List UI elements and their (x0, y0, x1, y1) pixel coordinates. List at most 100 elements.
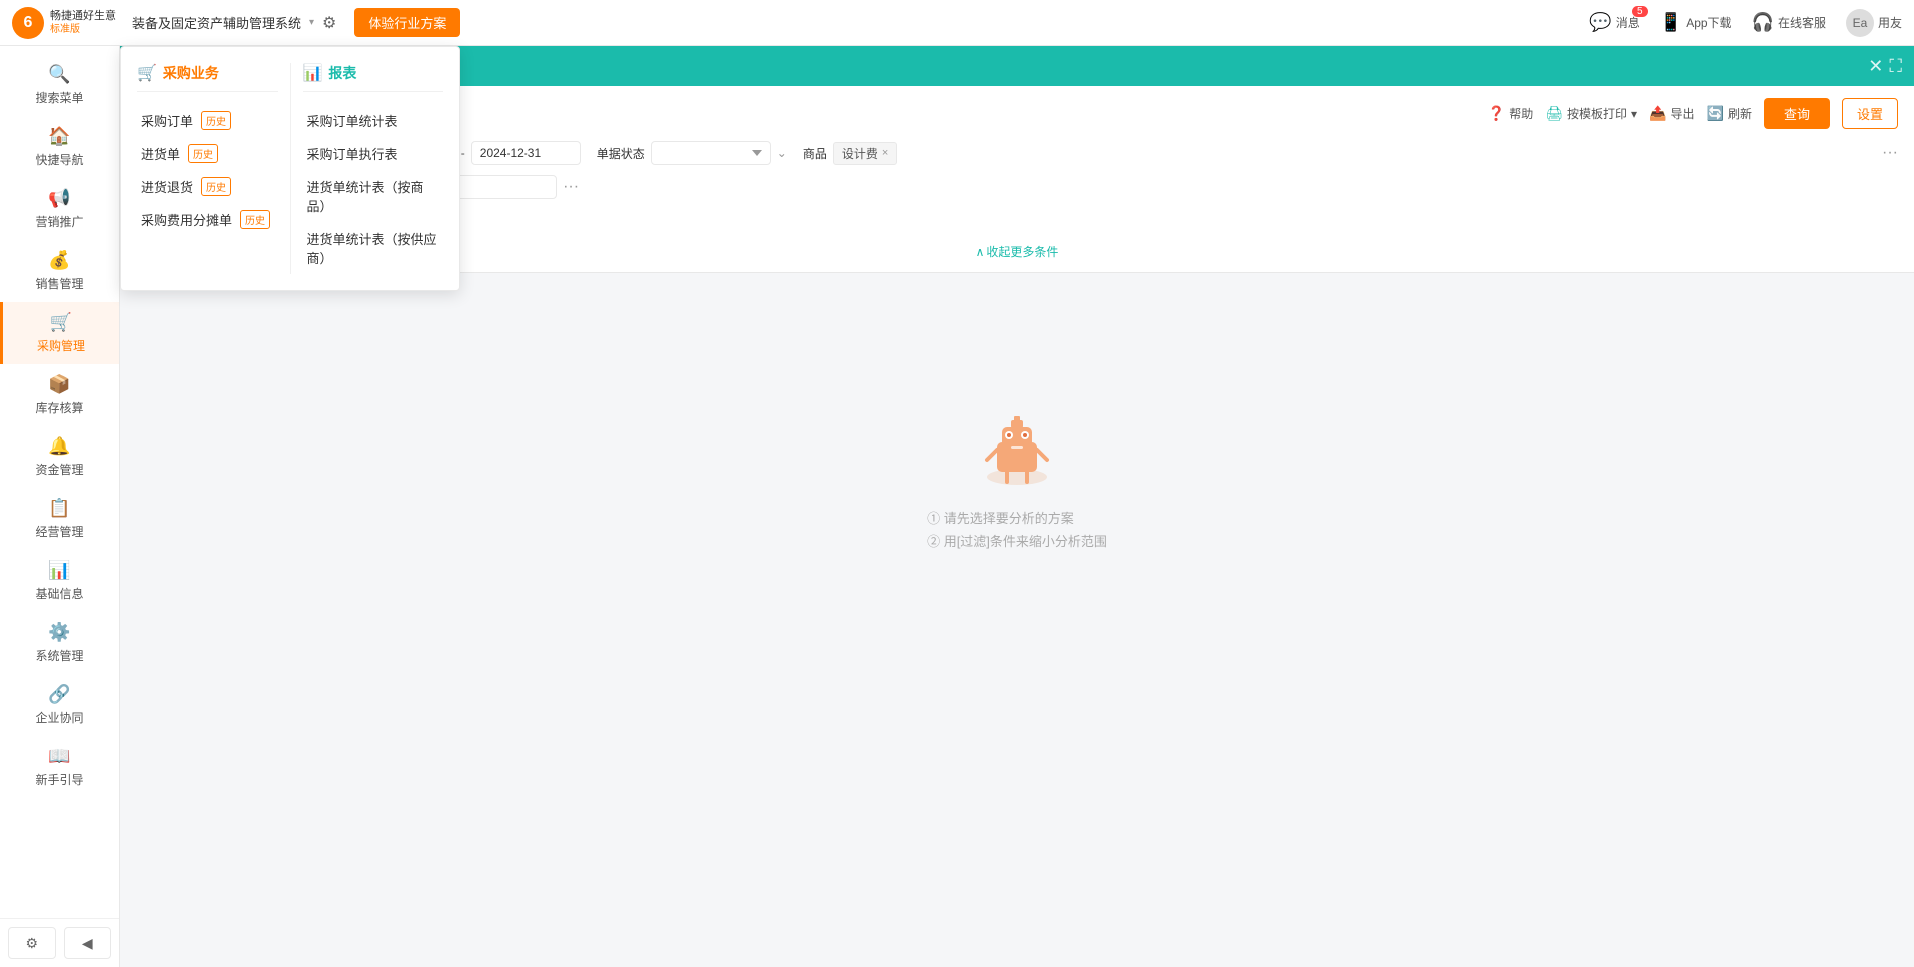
sidebar-label-search: 搜索菜单 (35, 89, 83, 106)
sidebar-item-quick[interactable]: 🏠 快捷导航 (0, 116, 119, 178)
voucher-status-select[interactable] (651, 141, 771, 165)
empty-tip-1: ① 请先选择要分析的方案 (927, 508, 1107, 527)
menu-item-purchase-order[interactable]: 采购订单 历史 (137, 104, 278, 137)
help-btn[interactable]: ❓ 帮助 (1488, 105, 1533, 122)
purchase-icon: 🛒 (50, 312, 72, 333)
operations-icon: 📋 (48, 498, 70, 519)
print-label: 按模板打印 (1567, 105, 1627, 122)
goods-tag-close[interactable]: × (882, 147, 888, 159)
menu-item-expense[interactable]: 采购费用分摊单 历史 (137, 203, 278, 236)
sidebar-item-operations[interactable]: 📋 经营管理 (0, 488, 119, 550)
sidebar-label-inventory: 库存核算 (35, 399, 83, 416)
goods-filter-more-icon[interactable]: ··· (1882, 144, 1898, 162)
avatar-text: Ea (1853, 16, 1868, 30)
sidebar-label-sales: 销售管理 (35, 275, 83, 292)
sidebar-item-marketing[interactable]: 📢 营销推广 (0, 178, 119, 240)
sidebar-item-finance[interactable]: 🔔 资金管理 (0, 426, 119, 488)
history-badge-2: 历史 (201, 177, 231, 196)
report-icon: 📊 (303, 63, 323, 83)
sidebar-label-system: 系统管理 (35, 647, 83, 664)
history-badge-3: 历史 (240, 210, 270, 229)
sidebar-item-sales[interactable]: 💰 销售管理 (0, 240, 119, 302)
date-end-input[interactable] (471, 141, 581, 165)
goods-tag: 设计费 × (833, 142, 897, 165)
menu-item-return[interactable]: 进货退货 历史 (137, 170, 278, 203)
export-icon: 📤 (1649, 105, 1666, 122)
refresh-btn[interactable]: 🔄 刷新 (1707, 105, 1752, 122)
empty-tip-2: ② 用[过滤]条件来缩小分析范围 (927, 531, 1107, 550)
empty-illustration (967, 392, 1067, 492)
settings-gear-icon[interactable]: ⚙ (322, 13, 336, 33)
voucher-status-expand-icon[interactable]: ⌄ (777, 146, 787, 160)
system-title-text: 装备及固定资产辅助管理系统 (132, 13, 301, 32)
message-icon-item[interactable]: 💬 消息 5 (1589, 12, 1639, 33)
print-btn[interactable]: 🖨 按模板打印 ▾ (1545, 105, 1637, 122)
industry-btn[interactable]: 体验行业方案 (354, 8, 460, 37)
app-download-item[interactable]: 📱 App下载 (1660, 12, 1732, 33)
sidebar-item-system[interactable]: ⚙️ 系统管理 (0, 612, 119, 674)
message-badge: 5 (1632, 6, 1648, 17)
empty-tips: ① 请先选择要分析的方案 ② 用[过滤]条件来缩小分析范围 (927, 508, 1107, 554)
salesperson-more-icon[interactable]: ··· (563, 178, 579, 196)
query-button[interactable]: 查询 (1764, 98, 1830, 129)
circle-2: ② (927, 534, 944, 549)
sales-icon: 💰 (48, 250, 70, 271)
inventory-icon: 📦 (48, 374, 70, 395)
home-icon: 🏠 (48, 126, 70, 147)
logo-text: 畅捷通好生意 标准版 (50, 9, 116, 36)
history-badge-0: 历史 (201, 111, 231, 130)
date-separator: - (461, 146, 465, 160)
menu-item-order-stats[interactable]: 采购订单统计表 (303, 104, 444, 137)
refresh-label: 刷新 (1728, 105, 1752, 122)
user-item[interactable]: Ea 用友 (1846, 9, 1902, 37)
menu-item-incoming[interactable]: 进货单 历史 (137, 137, 278, 170)
report-section-title: 📊 报表 (303, 63, 444, 92)
sidebar-item-purchase[interactable]: 🛒 采购管理 (0, 302, 119, 364)
sidebar-item-basic[interactable]: 📊 基础信息 (0, 550, 119, 612)
refresh-icon: 🔄 (1707, 105, 1724, 122)
tab-close-all-icon[interactable]: ✕ (1868, 56, 1883, 77)
sidebar-item-inventory[interactable]: 📦 库存核算 (0, 364, 119, 426)
export-label: 导出 (1671, 105, 1695, 122)
sidebar-collapse-btn[interactable]: ◀ (64, 927, 112, 959)
sidebar-settings-btn[interactable]: ⚙ (8, 927, 56, 959)
tab-expand-icon[interactable]: ⛶ (1889, 56, 1902, 77)
sidebar-item-enterprise[interactable]: 🔗 企业协同 (0, 674, 119, 736)
incoming-stats-supplier-label: 进货单统计表（按供应商） (307, 229, 440, 267)
sidebar-item-search[interactable]: 🔍 搜索菜单 (0, 54, 119, 116)
sidebar-label-quick: 快捷导航 (35, 151, 83, 168)
finance-icon: 🔔 (48, 436, 70, 457)
incoming-label: 进货单 (141, 144, 180, 163)
headset-icon: 🎧 (1752, 12, 1774, 33)
system-title-area: 装备及固定资产辅助管理系统 ▾ ⚙ 体验行业方案 (132, 8, 1589, 37)
guide-icon: 📖 (48, 746, 70, 767)
goods-label: 商品 (803, 145, 827, 162)
history-badge-1: 历史 (188, 144, 218, 163)
sidebar-item-guide[interactable]: 📖 新手引导 (0, 736, 119, 798)
sidebar: 🔍 搜索菜单 🏠 快捷导航 📢 营销推广 💰 销售管理 🛒 采购管理 📦 库存核… (0, 46, 120, 967)
app-download-label: App下载 (1686, 14, 1731, 31)
basic-icon: 📊 (48, 560, 70, 581)
incoming-stats-goods-label: 进货单统计表（按商品） (307, 177, 440, 215)
help-icon: ❓ (1488, 105, 1505, 122)
menu-item-incoming-stats-supplier[interactable]: 进货单统计表（按供应商） (303, 222, 444, 274)
purchase-business-icon: 🛒 (137, 63, 157, 83)
search-icon: 🔍 (48, 64, 70, 85)
system-title-dropdown-icon[interactable]: ▾ (309, 17, 314, 28)
export-btn[interactable]: 📤 导出 (1649, 105, 1694, 122)
settings-button[interactable]: 设置 (1842, 98, 1898, 129)
empty-state: ① 请先选择要分析的方案 ② 用[过滤]条件来缩小分析范围 (120, 273, 1914, 673)
sidebar-label-basic: 基础信息 (35, 585, 83, 602)
enterprise-icon: 🔗 (48, 684, 70, 705)
menu-item-incoming-stats-goods[interactable]: 进货单统计表（按商品） (303, 170, 444, 222)
logo-area: 6 畅捷通好生意 标准版 (12, 7, 132, 39)
print-dropdown-icon[interactable]: ▾ (1631, 107, 1637, 121)
top-header: 6 畅捷通好生意 标准版 装备及固定资产辅助管理系统 ▾ ⚙ 体验行业方案 💬 … (0, 0, 1914, 46)
message-icon: 💬 (1589, 12, 1611, 33)
menu-item-order-exec[interactable]: 采购订单执行表 (303, 137, 444, 170)
order-exec-label: 采购订单执行表 (307, 144, 398, 163)
online-service-item[interactable]: 🎧 在线客服 (1752, 12, 1826, 33)
marketing-icon: 📢 (48, 188, 70, 209)
system-icon: ⚙️ (48, 622, 70, 643)
sidebar-label-enterprise: 企业协同 (35, 709, 83, 726)
